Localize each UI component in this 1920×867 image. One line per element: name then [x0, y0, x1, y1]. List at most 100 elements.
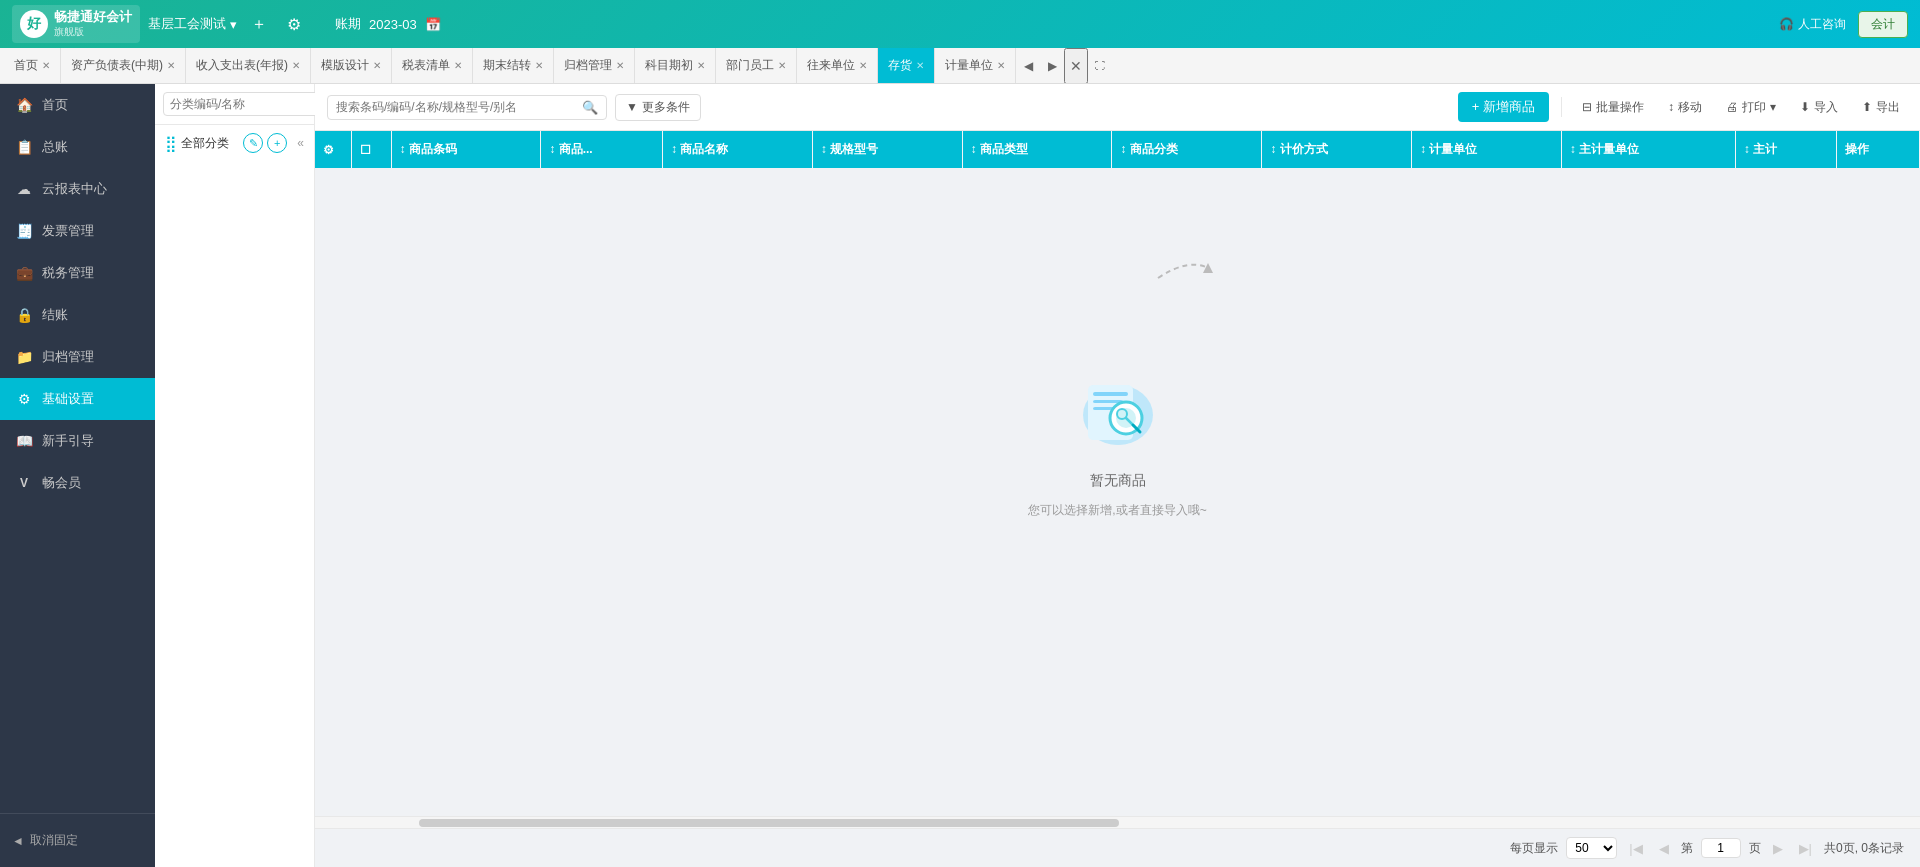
page-size-select[interactable]: 50 100 200 — [1566, 837, 1617, 859]
move-icon: ↕ — [1668, 100, 1674, 114]
logo-text: 畅捷通好会计 旗舰版 — [54, 9, 132, 39]
home-icon: 🏠 — [16, 97, 32, 113]
product-table: ⚙ ☐ ↕ 商品条码 ↕ 商品... ↕ 商品名称 — [315, 131, 1920, 168]
member-icon: V — [16, 476, 32, 490]
col-main-unit[interactable]: ↕ 主计量单位 — [1561, 131, 1735, 168]
logo-area: 好 畅捷通好会计 旗舰版 — [12, 5, 140, 43]
batch-operation-button[interactable]: ⊟ 批量操作 — [1574, 95, 1652, 120]
tab-subject-close[interactable]: ✕ — [697, 60, 705, 71]
batch-icon: ⊟ — [1582, 100, 1592, 114]
category-header[interactable]: ⣿ 全部分类 ✎ + « — [155, 125, 314, 161]
filter-button[interactable]: ▼ 更多条件 — [615, 94, 701, 121]
tab-close-all-button[interactable]: ✕ — [1064, 48, 1088, 84]
print-button[interactable]: 🖨 打印 ▾ — [1718, 95, 1784, 120]
sidebar-item-guide[interactable]: 📖 新手引导 — [0, 420, 155, 462]
sidebar-item-checkout[interactable]: 🔒 结账 — [0, 294, 155, 336]
empty-state: 暂无商品 您可以选择新增,或者直接导入哦~ — [315, 168, 1920, 599]
sidebar-item-reports[interactable]: ☁ 云报表中心 — [0, 168, 155, 210]
tab-home[interactable]: 首页 ✕ — [4, 48, 61, 84]
scroll-thumb[interactable] — [419, 819, 1119, 827]
tab-tax-list[interactable]: 税表清单 ✕ — [392, 48, 473, 84]
col-type[interactable]: ↕ 商品类型 — [962, 131, 1112, 168]
export-button[interactable]: ⬆ 导出 — [1854, 95, 1908, 120]
tab-template-close[interactable]: ✕ — [373, 60, 381, 71]
next-page-button[interactable]: ▶ — [1769, 839, 1787, 858]
import-icon: ⬇ — [1800, 100, 1810, 114]
col-spec[interactable]: ↕ 规格型号 — [812, 131, 962, 168]
first-page-button[interactable]: |◀ — [1625, 839, 1646, 858]
search-icon[interactable]: 🔍 — [582, 100, 598, 115]
calendar-icon[interactable]: 📅 — [425, 17, 441, 32]
prev-page-button[interactable]: ◀ — [1655, 839, 1673, 858]
sidebar-item-settings[interactable]: ⚙ 基础设置 — [0, 378, 155, 420]
category-search-input[interactable] — [163, 92, 327, 116]
category-grid-icon: ⣿ — [165, 134, 177, 153]
last-page-button[interactable]: ▶| — [1795, 839, 1816, 858]
tab-taxlist-close[interactable]: ✕ — [454, 60, 462, 71]
col-checkbox[interactable]: ☐ — [351, 131, 391, 168]
edit-category-button[interactable]: ✎ — [243, 133, 263, 153]
add-product-button[interactable]: + 新增商品 — [1458, 92, 1549, 122]
tab-archive-close[interactable]: ✕ — [616, 60, 624, 71]
checkout-icon: 🔒 — [16, 307, 32, 323]
account-button[interactable]: 会计 — [1858, 11, 1908, 38]
tab-contacts-close[interactable]: ✕ — [859, 60, 867, 71]
col-unit[interactable]: ↕ 计量单位 — [1411, 131, 1561, 168]
product-search-input[interactable] — [336, 100, 578, 114]
tab-balance-close[interactable]: ✕ — [167, 60, 175, 71]
cancel-fixed-button[interactable]: ◄ 取消固定 — [0, 824, 155, 857]
tab-balance-sheet[interactable]: 资产负债表(中期) ✕ — [61, 48, 186, 84]
sidebar-item-invoice[interactable]: 🧾 发票管理 — [0, 210, 155, 252]
tab-income-close[interactable]: ✕ — [292, 60, 300, 71]
sidebar-item-member[interactable]: V 畅会员 — [0, 462, 155, 504]
tab-units[interactable]: 计量单位 ✕ — [935, 48, 1016, 84]
tab-period-close[interactable]: ✕ — [535, 60, 543, 71]
page-number-input[interactable] — [1701, 838, 1741, 858]
tab-expand-button[interactable]: ⛶ — [1088, 48, 1112, 84]
print-icon: 🖨 — [1726, 100, 1738, 114]
tab-contacts[interactable]: 往来单位 ✕ — [797, 48, 878, 84]
tab-next-button[interactable]: ▶ — [1040, 48, 1064, 84]
sidebar-item-tax[interactable]: 💼 税务管理 — [0, 252, 155, 294]
tab-prev-button[interactable]: ◀ — [1016, 48, 1040, 84]
logo-icon: 好 — [20, 10, 48, 38]
pin-icon: ◄ — [12, 834, 24, 848]
sidebar-item-archive[interactable]: 📁 归档管理 — [0, 336, 155, 378]
tab-department[interactable]: 部门员工 ✕ — [716, 48, 797, 84]
col-main[interactable]: ↕ 主计 — [1735, 131, 1836, 168]
help-button[interactable]: 🎧 人工咨询 — [1779, 16, 1846, 33]
tab-income[interactable]: 收入支出表(年报) ✕ — [186, 48, 311, 84]
empty-title: 暂无商品 — [1090, 472, 1146, 490]
col-barcode[interactable]: ↕ 商品条码 — [391, 131, 541, 168]
svg-marker-0 — [1203, 263, 1213, 273]
tab-home-close[interactable]: ✕ — [42, 60, 50, 71]
col-category[interactable]: ↕ 商品分类 — [1112, 131, 1262, 168]
import-button[interactable]: ⬇ 导入 — [1792, 95, 1846, 120]
col-action: 操作 — [1837, 131, 1920, 168]
col-name[interactable]: ↕ 商品名称 — [662, 131, 812, 168]
collapse-panel-button[interactable]: « — [297, 136, 304, 150]
category-icon-group: ✎ + — [243, 133, 287, 153]
col-settings[interactable]: ⚙ — [315, 131, 351, 168]
top-bar: 好 畅捷通好会计 旗舰版 基层工会测试 ▾ ＋ ⚙ 账期 2023-03 📅 🎧… — [0, 0, 1920, 48]
sidebar-item-ledger[interactable]: 📋 总账 — [0, 126, 155, 168]
col-price-method[interactable]: ↕ 计价方式 — [1262, 131, 1412, 168]
tab-archive[interactable]: 归档管理 ✕ — [554, 48, 635, 84]
settings-icon[interactable]: ⚙ — [281, 13, 307, 36]
tab-template[interactable]: 模版设计 ✕ — [311, 48, 392, 84]
tab-period-end[interactable]: 期末结转 ✕ — [473, 48, 554, 84]
tab-units-close[interactable]: ✕ — [997, 60, 1005, 71]
tab-inventory-close[interactable]: ✕ — [916, 60, 924, 71]
chevron-down-icon: ▾ — [230, 17, 237, 32]
tab-subject-init[interactable]: 科目期初 ✕ — [635, 48, 716, 84]
main-content: 🔍 ▼ 更多条件 + 新增商品 ⊟ 批量操作 ↕ 移动 🖨 — [315, 84, 1920, 867]
tab-inventory[interactable]: 存货 ✕ — [878, 48, 935, 84]
tab-dept-close[interactable]: ✕ — [778, 60, 786, 71]
sidebar-item-home[interactable]: 🏠 首页 — [0, 84, 155, 126]
col-code[interactable]: ↕ 商品... — [541, 131, 663, 168]
add-category-button[interactable]: + — [267, 133, 287, 153]
company-selector[interactable]: 基层工会测试 ▾ — [148, 15, 237, 33]
horizontal-scrollbar[interactable] — [315, 816, 1920, 828]
add-company-button[interactable]: ＋ — [245, 12, 273, 37]
move-button[interactable]: ↕ 移动 — [1660, 95, 1710, 120]
